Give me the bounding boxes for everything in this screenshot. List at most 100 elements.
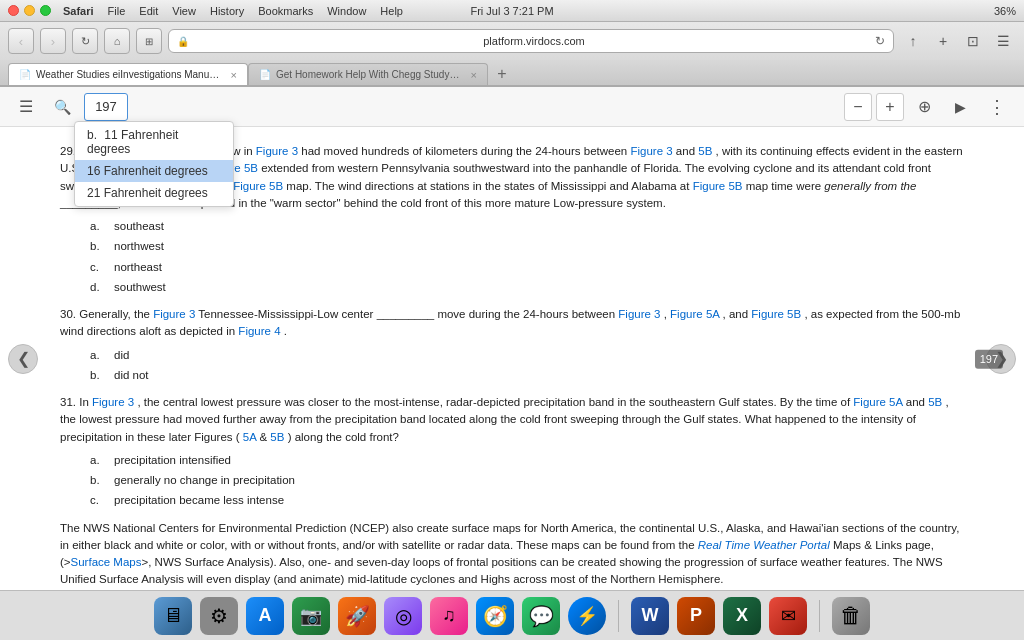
minimize-button[interactable] xyxy=(24,5,35,16)
add-tab-button[interactable]: + xyxy=(492,64,512,84)
menu-window[interactable]: Window xyxy=(327,5,366,17)
dock-word[interactable]: W xyxy=(631,597,669,635)
fit-page-button[interactable]: ⊕ xyxy=(908,91,940,123)
dock-safari[interactable]: 🧭 xyxy=(476,597,514,635)
dock-itunes[interactable]: ♫ xyxy=(430,597,468,635)
dropdown-item-2[interactable]: 16 Fahrenheit degrees xyxy=(75,160,233,182)
dock-messenger[interactable]: ⚡ xyxy=(568,597,606,635)
left-arrow-icon: ❮ xyxy=(17,347,30,371)
dock-finder[interactable]: 🖥 xyxy=(154,597,192,635)
dock-powerpoint[interactable]: P xyxy=(677,597,715,635)
zoom-in-button[interactable]: + xyxy=(876,93,904,121)
dock-launchpad[interactable]: 🚀 xyxy=(338,597,376,635)
dock-mail[interactable]: ✉ xyxy=(769,597,807,635)
maximize-button[interactable] xyxy=(40,5,51,16)
menu-file[interactable]: File xyxy=(108,5,126,17)
answer-31a: a.precipitation intensified xyxy=(90,452,964,469)
answer-31c: c.precipitation became less intense xyxy=(90,492,964,509)
tab-overview-button[interactable]: ⊞ xyxy=(136,28,162,54)
menu-safari[interactable]: Safari xyxy=(63,5,94,17)
dropdown-label-c: 16 Fahrenheit degrees xyxy=(87,164,208,178)
fig-link-5a-c[interactable]: 5A xyxy=(243,431,256,443)
menu-bookmarks[interactable]: Bookmarks xyxy=(258,5,313,17)
fig-link-3a[interactable]: Figure 3 xyxy=(256,145,298,157)
messages-icon: 💬 xyxy=(529,604,554,628)
q29-text6: map. The wind directions at stations in … xyxy=(286,180,692,192)
answer-text-29a: southeast xyxy=(114,218,164,235)
system-preferences-icon: ⚙ xyxy=(210,604,228,628)
dock-system-preferences[interactable]: ⚙ xyxy=(200,597,238,635)
more-options-button[interactable]: ⋮ xyxy=(980,91,1012,123)
fig-link-5b-e[interactable]: Figure 5B xyxy=(751,308,801,320)
question-31-answers: a.precipitation intensified b.generally … xyxy=(90,452,964,510)
hamburger-menu-button[interactable]: ☰ xyxy=(12,93,40,121)
fig-link-4a[interactable]: Figure 4 xyxy=(238,325,280,337)
tab-close-inactive[interactable]: × xyxy=(471,69,477,81)
fig-link-3c[interactable]: Figure 3 xyxy=(153,308,195,320)
answer-text-29c: northeast xyxy=(114,259,162,276)
zoom-out-button[interactable]: − xyxy=(844,93,872,121)
q29-italic: generally from the xyxy=(824,180,916,192)
menu-view[interactable]: View xyxy=(172,5,196,17)
home-button[interactable]: ⌂ xyxy=(104,28,130,54)
menu-history[interactable]: History xyxy=(210,5,244,17)
answer-label-31c: c. xyxy=(90,492,106,509)
siri-icon: ◎ xyxy=(395,604,412,628)
question-30-answers: a.did b.did not xyxy=(90,347,964,385)
share-button[interactable]: ↑ xyxy=(900,28,926,54)
sidebar-button[interactable]: ☰ xyxy=(990,28,1016,54)
play-button[interactable]: ▶ xyxy=(944,91,976,123)
surface-maps-link[interactable]: Surface Maps xyxy=(71,556,142,568)
tab-favicon: 📄 xyxy=(19,69,31,80)
fig-link-5b-a[interactable]: 5B xyxy=(698,145,712,157)
back-button[interactable]: ‹ xyxy=(8,28,34,54)
browser-chrome: ‹ › ↻ ⌂ ⊞ 🔒 platform.virdocs.com ↻ ↑ + ⊡… xyxy=(0,22,1024,87)
dock-app-store[interactable]: A xyxy=(246,597,284,635)
forward-button[interactable]: › xyxy=(40,28,66,54)
answer-label-29c: c. xyxy=(90,259,106,276)
menu-edit[interactable]: Edit xyxy=(139,5,158,17)
new-tab-button[interactable]: + xyxy=(930,28,956,54)
answer-text-31a: precipitation intensified xyxy=(114,452,231,469)
q31-text1: In xyxy=(79,396,92,408)
address-refresh-icon[interactable]: ↻ xyxy=(875,34,885,48)
browser-toolbar: ‹ › ↻ ⌂ ⊞ 🔒 platform.virdocs.com ↻ ↑ + ⊡… xyxy=(0,22,1024,60)
fig-link-5b-c[interactable]: Figure 5B xyxy=(233,180,283,192)
refresh-button[interactable]: ↻ xyxy=(72,28,98,54)
dock-trash[interactable]: 🗑 xyxy=(832,597,870,635)
q31-text6: ) along the cold front? xyxy=(288,431,399,443)
dock-messages[interactable]: 💬 xyxy=(522,597,560,635)
answer-label-29d: d. xyxy=(90,279,106,296)
reader-view-button[interactable]: ⊡ xyxy=(960,28,986,54)
search-button[interactable]: 🔍 xyxy=(48,93,76,121)
dropdown-item-1[interactable]: b. 11 Fahrenheit degrees xyxy=(75,124,233,160)
fig-link-3b[interactable]: Figure 3 xyxy=(630,145,672,157)
fig-link-5b-g[interactable]: 5B xyxy=(270,431,284,443)
word-icon: W xyxy=(642,605,659,626)
fig-link-3d[interactable]: Figure 3 xyxy=(618,308,660,320)
launchpad-icon: 🚀 xyxy=(345,604,370,628)
fig-link-5b-f[interactable]: 5B xyxy=(928,396,942,408)
tab-active[interactable]: 📄 Weather Studies eiInvestigations Manua… xyxy=(8,63,248,85)
dropdown-item-3[interactable]: 21 Fahrenheit degrees xyxy=(75,182,233,204)
tab-inactive[interactable]: 📄 Get Homework Help With Chegg Study | C… xyxy=(248,63,488,85)
q30-text2: Tennessee-Mississippi-Low center _______… xyxy=(198,308,618,320)
dropdown-label-b: b. xyxy=(87,128,97,142)
address-bar[interactable]: 🔒 platform.virdocs.com ↻ xyxy=(168,29,894,53)
fig-link-5a-a[interactable]: Figure 5A xyxy=(670,308,719,320)
dock-excel[interactable]: X xyxy=(723,597,761,635)
tab-close-active[interactable]: × xyxy=(231,69,237,81)
answer-text-29b: northwest xyxy=(114,238,164,255)
dock-siri[interactable]: ◎ xyxy=(384,597,422,635)
close-button[interactable] xyxy=(8,5,19,16)
page-number-input[interactable] xyxy=(84,93,128,121)
fig-link-5b-d[interactable]: Figure 5B xyxy=(693,180,743,192)
dock-facetime[interactable]: 📷 xyxy=(292,597,330,635)
mail-icon: ✉ xyxy=(781,605,796,627)
fig-link-5a-b[interactable]: Figure 5A xyxy=(853,396,902,408)
fig-link-3e[interactable]: Figure 3 xyxy=(92,396,134,408)
menu-help[interactable]: Help xyxy=(380,5,403,17)
prev-page-button[interactable]: ❮ xyxy=(8,344,38,374)
next-page-button[interactable]: ❯ 197 xyxy=(986,344,1016,374)
real-time-weather-link[interactable]: Real Time Weather Portal xyxy=(698,539,830,551)
